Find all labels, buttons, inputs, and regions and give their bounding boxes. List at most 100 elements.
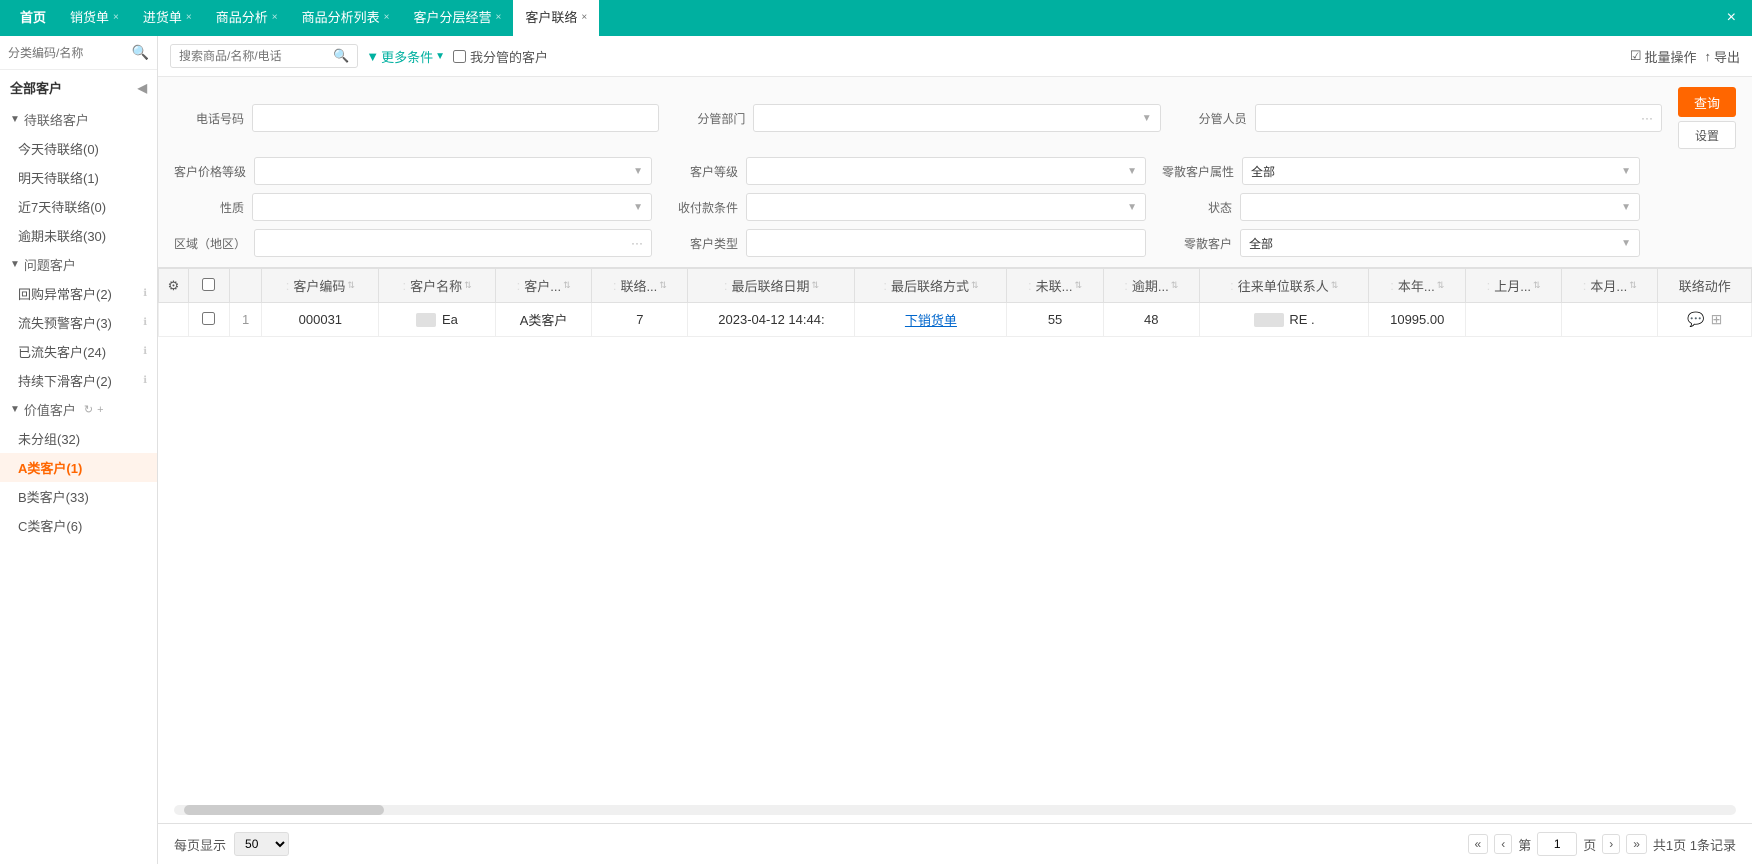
filter-status-field: 状态 ▼: [1162, 193, 1640, 221]
table-contact-person-col[interactable]: :往来单位联系人⇅: [1199, 269, 1369, 303]
last-page-button[interactable]: »: [1626, 834, 1647, 854]
tab-customer-contact[interactable]: 客户联络 ×: [513, 0, 599, 36]
filter-customer-type-select[interactable]: [746, 229, 1146, 257]
table-this-year-col[interactable]: :本年...⇅: [1369, 269, 1466, 303]
message-icon[interactable]: 💬: [1687, 311, 1704, 328]
scrollbar-thumb[interactable]: [184, 805, 384, 815]
export-button[interactable]: ↑ 导出: [1704, 47, 1740, 66]
tab-purchase[interactable]: 进货单 ×: [131, 0, 204, 36]
table-last-method-col[interactable]: :最后联络方式⇅: [855, 269, 1007, 303]
main-search-icon[interactable]: 🔍: [333, 48, 349, 64]
tab-home[interactable]: 首页: [8, 0, 58, 36]
settings-button[interactable]: 设置: [1678, 121, 1736, 149]
select-all-checkbox[interactable]: [202, 278, 215, 291]
filter-retail-attr-select[interactable]: 全部 ▼: [1242, 157, 1640, 185]
filter-row-1: 电话号码 分管部门 ▼ 分管人员 ···: [174, 87, 1736, 149]
batch-op-button[interactable]: ☑ 批量操作: [1630, 47, 1697, 66]
filter-nature-label: 性质: [174, 199, 244, 216]
sidebar-item-repurchase[interactable]: 回购异常客户(2) ℹ: [0, 279, 157, 308]
my-customers-checkbox-container: 我分管的客户: [453, 47, 548, 66]
sidebar-item-c-class[interactable]: C类客户(6): [0, 511, 157, 540]
sidebar-item-today[interactable]: 今天待联络(0): [0, 134, 157, 163]
row-name-cell: Ea: [379, 303, 496, 337]
filter-customer-level-select[interactable]: ▼: [746, 157, 1146, 185]
table-name-col[interactable]: :客户名称⇅: [379, 269, 496, 303]
table-settings-col[interactable]: ⚙: [159, 269, 189, 303]
sidebar-item-churned[interactable]: 已流失客户(24) ℹ: [0, 337, 157, 366]
sidebar-item-b-class[interactable]: B类客户(33): [0, 482, 157, 511]
close-customer-tier-icon[interactable]: ×: [495, 0, 501, 36]
prev-page-button[interactable]: ‹: [1494, 834, 1512, 854]
filter-retail-customer-select[interactable]: 全部 ▼: [1240, 229, 1640, 257]
table-no-contact-col[interactable]: :未联...⇅: [1007, 269, 1103, 303]
sidebar-search-icon[interactable]: 🔍: [132, 44, 149, 61]
row-checkbox[interactable]: [202, 312, 215, 325]
sidebar-item-churn-warn[interactable]: 流失预警客户(3) ℹ: [0, 308, 157, 337]
sidebar-group-pending-contact[interactable]: ▼ 待联络客户: [0, 105, 157, 134]
query-button[interactable]: 查询: [1678, 87, 1736, 117]
filter-phone-input[interactable]: [252, 104, 659, 132]
row-contact-person-cell: RE .: [1199, 303, 1369, 337]
filter-row-2: 客户价格等级 ▼ 客户等级 ▼ 零散客户属性 全部: [174, 157, 1736, 185]
person-select-ellipsis-icon[interactable]: ···: [1641, 111, 1653, 125]
col-sep-icon6: :: [883, 278, 887, 293]
sidebar-item-declining[interactable]: 持续下滑客户(2) ℹ: [0, 366, 157, 395]
tab-customer-tier[interactable]: 客户分层经营 ×: [401, 0, 513, 36]
filter-bar: 🔍 ▼ 更多条件 ▼ 我分管的客户 ☑ 批量操作 ↑ 导出: [158, 36, 1752, 77]
table-category-col[interactable]: :客户...⇅: [496, 269, 592, 303]
tab-sales[interactable]: 销货单 ×: [58, 0, 131, 36]
filter-price-level-label: 客户价格等级: [174, 163, 246, 180]
filter-status-select[interactable]: ▼: [1240, 193, 1640, 221]
search-container: 🔍: [170, 44, 358, 68]
sidebar-item-overdue[interactable]: 逾期未联络(30): [0, 221, 157, 250]
horizontal-scrollbar[interactable]: [158, 797, 1752, 823]
close-purchase-icon[interactable]: ×: [186, 0, 192, 36]
table-last-month-col[interactable]: :上月...⇅: [1465, 269, 1561, 303]
tab-goods-analysis[interactable]: 商品分析 ×: [204, 0, 290, 36]
col-sep-icon2: :: [403, 278, 407, 293]
sidebar-search-input[interactable]: [8, 46, 128, 60]
table-row: 1 000031 Ea A类客户 7 2023-04-12 14:44: 下销货…: [159, 303, 1752, 337]
top-navigation: 首页 销货单 × 进货单 × 商品分析 × 商品分析列表 × 客户分层经营 × …: [0, 0, 1752, 36]
close-goods-analysis-icon[interactable]: ×: [272, 0, 278, 36]
main-search-input[interactable]: [179, 49, 329, 63]
table-this-month-col[interactable]: :本月...⇅: [1562, 269, 1658, 303]
sidebar-all-customers[interactable]: 全部客户 ◀: [0, 70, 157, 105]
next-page-button[interactable]: ›: [1602, 834, 1620, 854]
close-all-button[interactable]: ×: [1719, 9, 1744, 27]
filter-region-select[interactable]: ···: [254, 229, 652, 257]
my-customers-checkbox[interactable]: [453, 50, 466, 63]
sidebar-group-value-customers[interactable]: ▼ 价值客户 ↻ +: [0, 395, 157, 424]
filter-nature-select[interactable]: ▼: [252, 193, 652, 221]
region-select-ellipsis-icon[interactable]: ···: [631, 236, 643, 250]
filter-dept-select[interactable]: ▼: [753, 104, 1160, 132]
col-sep-icon8: :: [1124, 278, 1128, 293]
close-sales-icon[interactable]: ×: [113, 0, 119, 36]
filter-price-level-select[interactable]: ▼: [254, 157, 652, 185]
sidebar-item-a-class[interactable]: A类客户(1): [0, 453, 157, 482]
value-customers-refresh-icon[interactable]: ↻: [84, 403, 93, 416]
tab-goods-analysis-list[interactable]: 商品分析列表 ×: [290, 0, 402, 36]
qr-icon[interactable]: ⊞: [1711, 311, 1723, 328]
page-size-select[interactable]: 50 100: [234, 832, 289, 856]
filter-payment-select[interactable]: ▼: [746, 193, 1146, 221]
filter-person-select[interactable]: ···: [1255, 104, 1662, 132]
page-input[interactable]: [1537, 832, 1577, 856]
table-code-col[interactable]: :客户编码⇅: [262, 269, 379, 303]
col-sep-icon3: :: [517, 278, 521, 293]
sidebar-item-tomorrow[interactable]: 明天待联络(1): [0, 163, 157, 192]
sidebar-item-week[interactable]: 近7天待联络(0): [0, 192, 157, 221]
filter-retail-attr-field: 零散客户属性 全部 ▼: [1162, 157, 1640, 185]
close-goods-analysis-list-icon[interactable]: ×: [384, 0, 390, 36]
sidebar-item-ungrouped[interactable]: 未分组(32): [0, 424, 157, 453]
first-page-button[interactable]: «: [1468, 834, 1489, 854]
close-customer-contact-icon[interactable]: ×: [581, 0, 587, 36]
table-overdue-col[interactable]: :逾期...⇅: [1103, 269, 1199, 303]
value-customers-add-icon[interactable]: +: [97, 404, 103, 416]
more-conditions-button[interactable]: ▼ 更多条件 ▼: [366, 47, 445, 66]
sidebar-group-problem-customers[interactable]: ▼ 问题客户: [0, 250, 157, 279]
table-contact-col[interactable]: :联络...⇅: [592, 269, 688, 303]
table-last-date-col[interactable]: :最后联络日期⇅: [688, 269, 855, 303]
filter-status-label: 状态: [1162, 199, 1232, 216]
sidebar-collapse-icon[interactable]: ◀: [138, 81, 147, 95]
